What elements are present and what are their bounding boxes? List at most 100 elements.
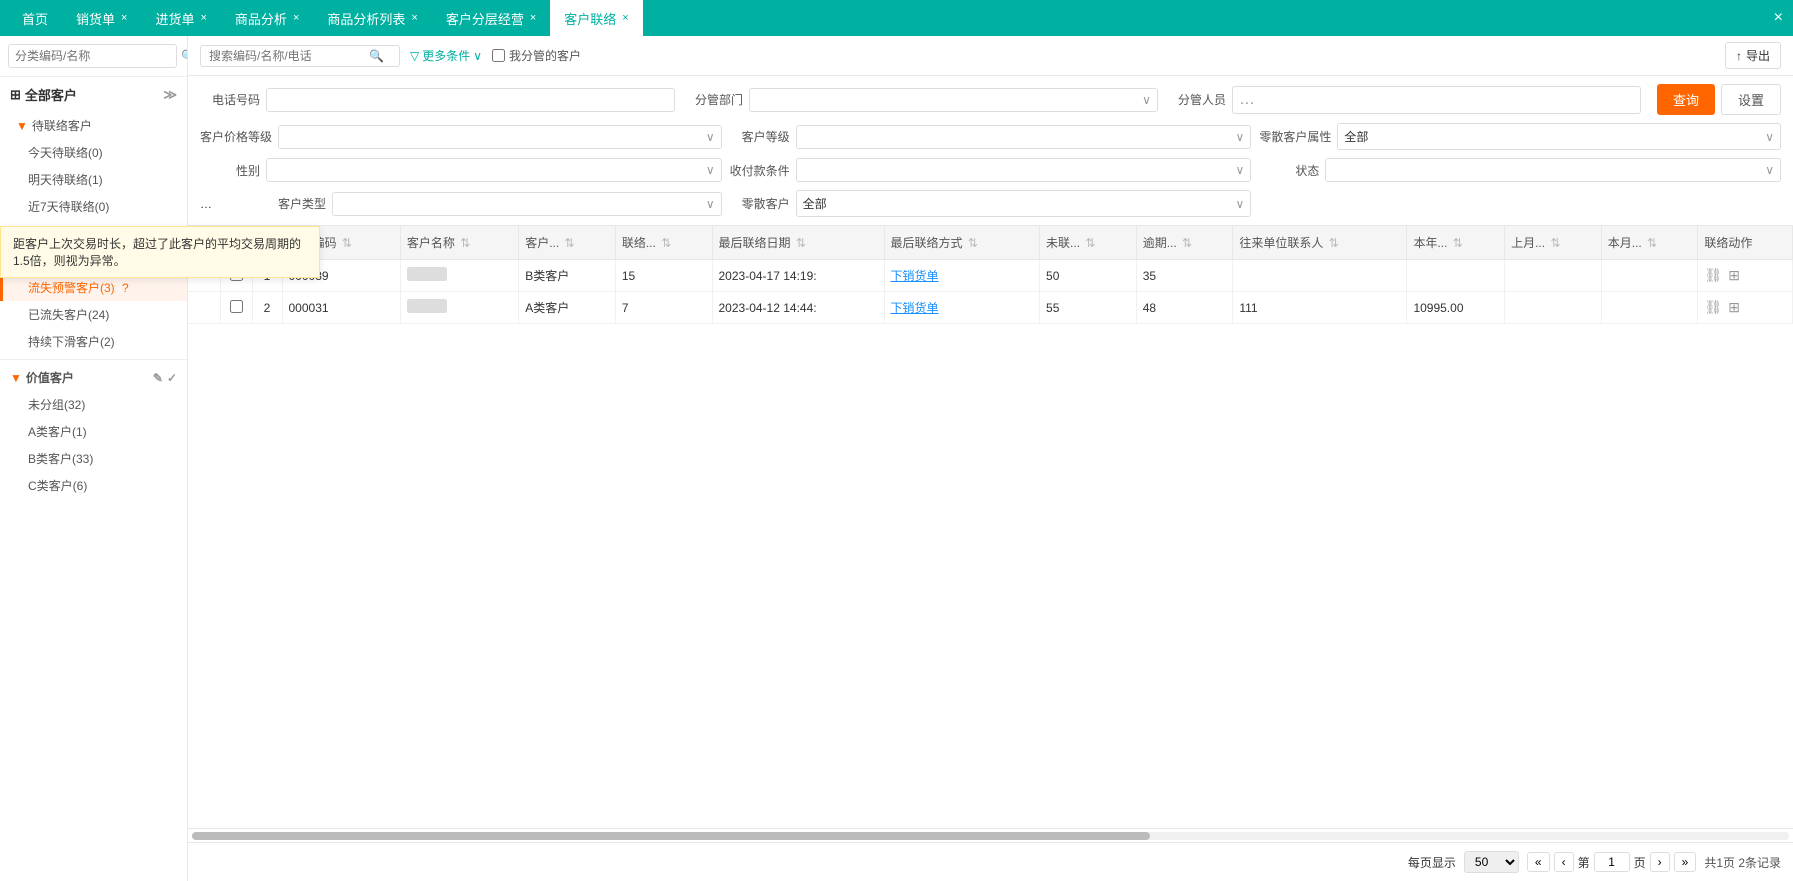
sidebar-item-ungrouped[interactable]: 未分组(32) xyxy=(0,391,187,418)
nav-purchase[interactable]: 进货单 × xyxy=(141,0,220,36)
query-button[interactable]: 查询 xyxy=(1657,84,1715,115)
nav-product-analysis[interactable]: 商品分析 × xyxy=(221,0,313,36)
gender-select[interactable]: ∨ xyxy=(266,158,722,182)
th-uncontacted: 未联... ⇅ xyxy=(1040,226,1137,260)
sidebar-item-c-class[interactable]: C类客户(6) xyxy=(0,472,187,499)
row-code: 000031 xyxy=(282,292,400,324)
subperson-select[interactable]: … xyxy=(1232,86,1641,114)
page-input[interactable] xyxy=(1594,852,1630,872)
grid-action-icon[interactable]: ⊞ xyxy=(1728,299,1740,316)
search-icon[interactable]: 🔍 xyxy=(181,49,188,63)
row-last-contact-date: 2023-04-17 14:19: xyxy=(712,260,884,292)
sidebar-item-a-class[interactable]: A类客户(1) xyxy=(0,418,187,445)
filter-bar: 🔍 ▽ 更多条件 ∨ 我分管的客户 ↑ 导出 xyxy=(188,36,1793,76)
subdept-select[interactable]: ∨ xyxy=(749,88,1158,112)
link-action-icon[interactable]: ⛓ xyxy=(1704,267,1722,284)
row-contact-count: 15 xyxy=(615,260,712,292)
status-select[interactable]: ∨ xyxy=(1325,158,1781,182)
check-icon[interactable]: ✓ xyxy=(167,371,177,385)
next-page-btn[interactable]: › xyxy=(1650,852,1670,872)
phone-label: 电话号码 xyxy=(200,91,260,108)
row-contacts xyxy=(1233,260,1407,292)
chevron-down-icon: ∨ xyxy=(1236,197,1245,211)
nav-customer-contact[interactable]: 客户联络 × xyxy=(550,0,642,36)
payment-select[interactable]: ∨ xyxy=(796,158,1252,182)
grid-action-icon[interactable]: ⊞ xyxy=(1728,267,1740,284)
sidebar-item-tomorrow[interactable]: 明天待联络(1) xyxy=(0,166,187,193)
nav-product-analysis-list[interactable]: 商品分析列表 × xyxy=(313,0,431,36)
contact-method-link[interactable]: 下销货单 xyxy=(891,269,939,283)
filter-custgrd-cell: 客户等级 ∨ xyxy=(730,125,1252,149)
sidebar-item-today[interactable]: 今天待联络(0) xyxy=(0,139,187,166)
link-action-icon[interactable]: ⛓ xyxy=(1704,299,1722,316)
subperson-label: 分管人员 xyxy=(1166,91,1226,108)
sort-icon[interactable]: ⇅ xyxy=(565,236,575,250)
sort-icon[interactable]: ⇅ xyxy=(796,236,806,250)
row-contact-count: 7 xyxy=(615,292,712,324)
contact-method-link[interactable]: 下销货单 xyxy=(891,301,939,315)
first-page-btn[interactable]: « xyxy=(1527,852,1550,872)
row-checkbox[interactable] xyxy=(230,300,243,313)
settings-button[interactable]: 设置 xyxy=(1721,84,1781,115)
last-page-btn[interactable]: » xyxy=(1674,852,1697,872)
nav-home[interactable]: 首页 xyxy=(8,0,62,36)
sidebar-all-customers-title[interactable]: ⊞ 全部客户 ≫ xyxy=(0,77,187,112)
scroll-thumb[interactable] xyxy=(192,832,1150,840)
sort-icon[interactable]: ⇅ xyxy=(968,236,978,250)
my-customers-checkbox[interactable] xyxy=(492,49,505,62)
export-button[interactable]: ↑ 导出 xyxy=(1725,42,1781,69)
sort-icon[interactable]: ⇅ xyxy=(460,236,470,250)
prev-page-btn[interactable]: ‹ xyxy=(1554,852,1574,872)
close-icon[interactable]: × xyxy=(530,12,536,24)
filter-phone-cell: 电话号码 xyxy=(200,88,675,112)
sort-icon[interactable]: ⇅ xyxy=(1550,236,1560,250)
sidebar-item-lost[interactable]: 已流失客户(24) xyxy=(0,301,187,328)
sidebar-item-b-class[interactable]: B类客户(33) xyxy=(0,445,187,472)
sidebar-group-value[interactable]: ▼ 价值客户 ✎ ✓ xyxy=(0,364,187,391)
th-last-month: 上月... ⇅ xyxy=(1505,226,1602,260)
sidebar-group-pending[interactable]: ▼ 待联络客户 xyxy=(0,112,187,139)
phone-input[interactable] xyxy=(266,88,675,112)
search-icon[interactable]: 🔍 xyxy=(369,49,384,63)
close-icon[interactable]: × xyxy=(200,12,206,24)
filter-row-3: 性别 ∨ 收付款条件 ∨ 状态 ∨ xyxy=(200,158,1781,182)
retailcust-select[interactable]: 全部 ∨ xyxy=(796,190,1252,217)
nav-sales[interactable]: 销货单 × xyxy=(62,0,141,36)
top-nav: 首页 销货单 × 进货单 × 商品分析 × 商品分析列表 × 客户分层经营 × … xyxy=(0,0,1793,36)
row-index: 2 xyxy=(252,292,282,324)
window-close-button[interactable]: × xyxy=(1774,9,1783,27)
sidebar-search-input[interactable] xyxy=(8,44,177,68)
pricegrd-select[interactable]: ∨ xyxy=(278,125,722,149)
close-icon[interactable]: × xyxy=(411,12,417,24)
more-icon: … xyxy=(1239,91,1255,109)
custgrd-select[interactable]: ∨ xyxy=(796,125,1252,149)
sort-icon[interactable]: ⇅ xyxy=(1085,236,1095,250)
horizontal-scrollbar[interactable] xyxy=(188,828,1793,842)
sort-icon[interactable]: ⇅ xyxy=(1182,236,1192,250)
nav-customer-segment[interactable]: 客户分层经营 × xyxy=(432,0,550,36)
sidebar-item-7days[interactable]: 近7天待联络(0) xyxy=(0,193,187,220)
sidebar-search-bar: 🔍 xyxy=(0,36,187,77)
sidebar-item-declining[interactable]: 持续下滑客户(2) xyxy=(0,328,187,355)
collapse-icon[interactable]: ≫ xyxy=(163,87,177,103)
close-icon[interactable]: × xyxy=(293,12,299,24)
custtype-select[interactable]: ∨ xyxy=(332,192,722,216)
retailattr-select[interactable]: 全部 ∨ xyxy=(1337,123,1781,150)
filter-subperson-cell: 分管人员 … xyxy=(1166,86,1641,114)
sort-icon[interactable]: ⇅ xyxy=(342,236,352,250)
sidebar-item-loss-warning[interactable]: 流失预警客户(3) ? xyxy=(0,274,187,301)
edit-icon[interactable]: ✎ xyxy=(153,371,163,385)
sort-icon[interactable]: ⇅ xyxy=(1647,236,1657,250)
close-icon[interactable]: × xyxy=(622,12,628,24)
close-icon[interactable]: × xyxy=(121,12,127,24)
my-customers-checkbox-group: 我分管的客户 xyxy=(492,47,581,64)
table-row: 2 000031 A类客户 7 2023-04-12 14:44: 下销货单 5… xyxy=(188,292,1793,324)
sort-icon[interactable]: ⇅ xyxy=(1453,236,1463,250)
sort-icon[interactable]: ⇅ xyxy=(1329,236,1339,250)
sort-icon[interactable]: ⇅ xyxy=(661,236,671,250)
arrow-down-icon: ▼ xyxy=(10,371,22,385)
retailcust-label: 零散客户 xyxy=(730,195,790,212)
per-page-select[interactable]: 50 20 100 xyxy=(1464,851,1519,873)
search-input[interactable] xyxy=(209,49,369,63)
more-conditions-btn[interactable]: ▽ 更多条件 ∨ xyxy=(410,47,482,64)
